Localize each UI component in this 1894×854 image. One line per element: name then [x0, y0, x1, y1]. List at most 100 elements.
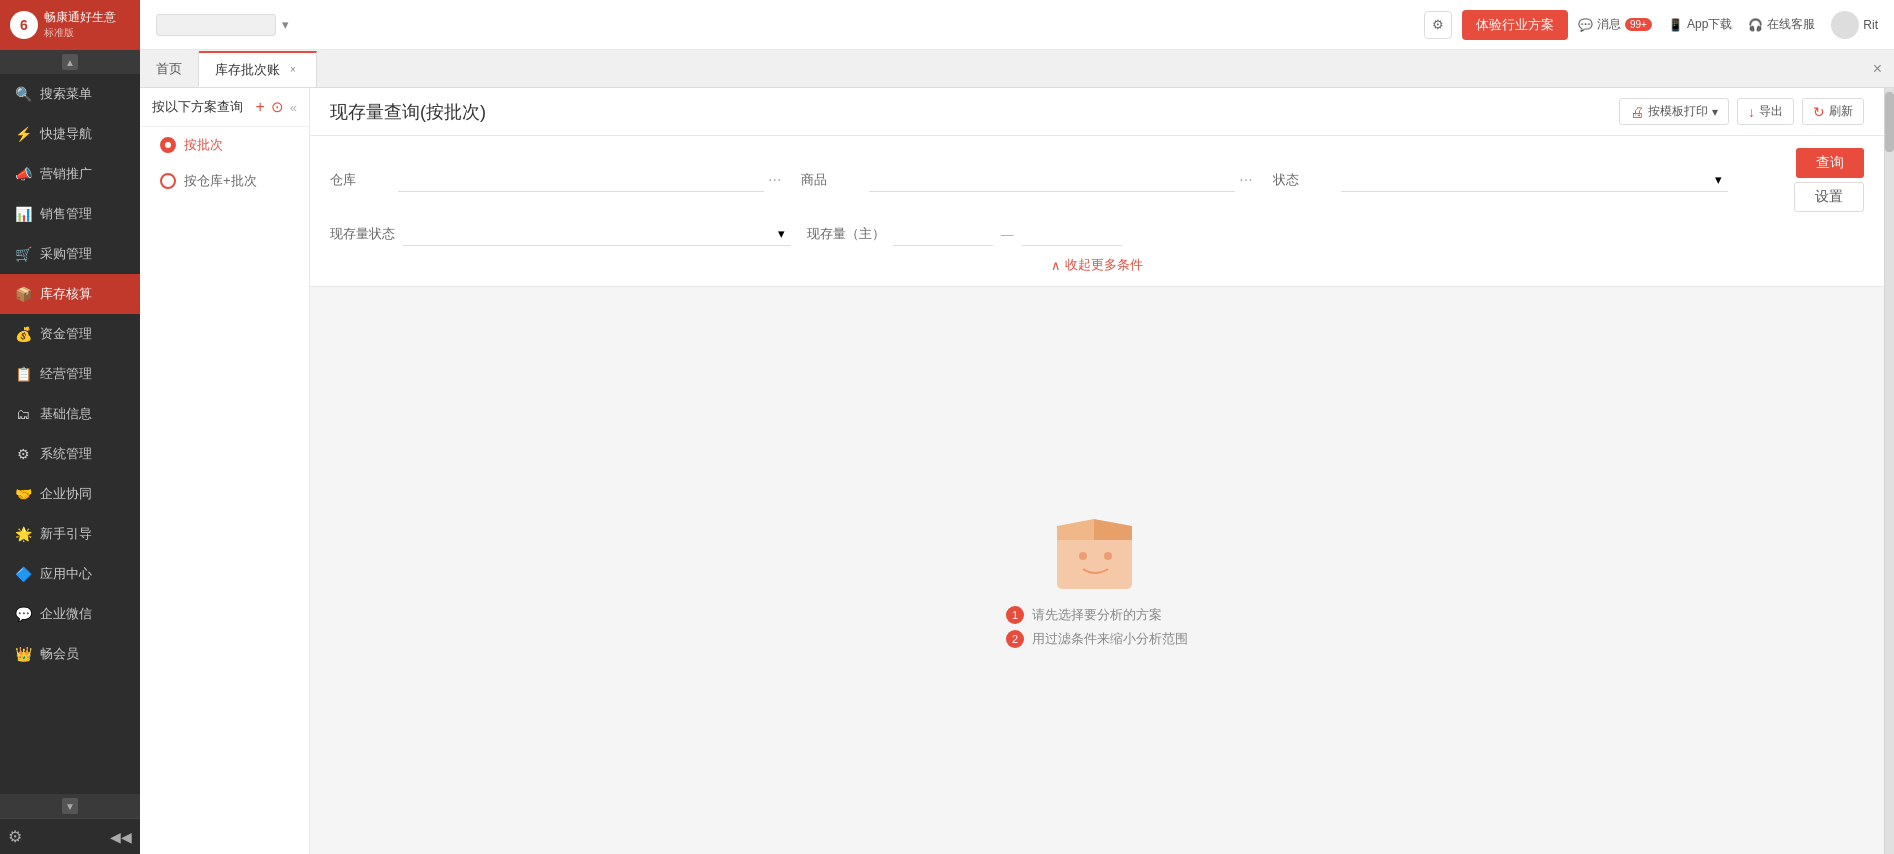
export-icon: ↓ [1748, 104, 1755, 120]
empty-steps: 1 请先选择要分析的方案 2 用过滤条件来缩小分析范围 [1006, 606, 1188, 648]
collapse-left-panel-btn[interactable]: « [290, 100, 297, 115]
scrollbar-thumb[interactable] [1885, 92, 1894, 152]
sidebar-item-marketing[interactable]: 📣营销推广 [0, 154, 140, 194]
scheme-item-warehouse_batch[interactable]: 按仓库+批次 [140, 163, 309, 199]
page-header: 现存量查询(按批次) 🖨 按模板打印 ▾ ↓ 导出 ↻ 刷新 [310, 88, 1884, 136]
sidebar-item-label: 库存核算 [40, 285, 92, 303]
stock-qty-filter: 现存量（主） — [807, 222, 1728, 246]
tab-home[interactable]: 首页 [140, 52, 199, 86]
sidebar-item-appstore[interactable]: 🔷应用中心 [0, 554, 140, 594]
close-all-tabs-btn[interactable]: × [1861, 60, 1894, 78]
sidebar-item-search[interactable]: 🔍搜索菜单 [0, 74, 140, 114]
sidebar-item-inventory[interactable]: 📦库存核算 [0, 274, 140, 314]
scheme-settings-btn[interactable]: ⊙ [271, 98, 284, 116]
breadcrumb: ▾ [156, 14, 1414, 36]
collapse-label: 收起更多条件 [1065, 256, 1143, 274]
brand-info: 畅康通好生意 标准版 [44, 10, 116, 40]
stock-qty-max-input[interactable] [1022, 222, 1122, 246]
status-dropdown-icon: ▾ [1715, 172, 1722, 187]
footer-collapse-icon[interactable]: ◀◀ [110, 829, 132, 845]
sidebar-item-enterprise[interactable]: 🤝 企业协同 [0, 474, 140, 514]
member-icon: 👑 [14, 645, 32, 663]
sidebar-item-label: 营销推广 [40, 165, 92, 183]
sidebar-item-basic[interactable]: 🗂 基础信息 [0, 394, 140, 434]
sidebar-scroll-up[interactable]: ▲ [62, 54, 78, 70]
sidebar-item-label: 采购管理 [40, 245, 92, 263]
tab-close-btn[interactable]: × [286, 63, 300, 77]
sidebar-item-label: 企业微信 [40, 605, 92, 623]
sidebar-item-finance[interactable]: 💰资金管理 [0, 314, 140, 354]
page-header-actions: 🖨 按模板打印 ▾ ↓ 导出 ↻ 刷新 [1619, 98, 1864, 125]
refresh-label: 刷新 [1829, 103, 1853, 120]
sidebar-item-purchase[interactable]: 🛒采购管理 [0, 234, 140, 274]
left-panel-header: 按以下方案查询 + ⊙ « [140, 88, 309, 127]
app-download-item[interactable]: 📱 App下载 [1668, 16, 1732, 33]
query-btn[interactable]: 查询 [1796, 148, 1864, 178]
newbie-icon: 🌟 [14, 525, 32, 543]
print-dropdown-icon[interactable]: ▾ [1712, 105, 1718, 119]
scheme-dot-warehouse_batch [160, 173, 176, 189]
sidebar-item-label: 企业协同 [40, 485, 92, 503]
user-item[interactable]: Rit [1831, 11, 1878, 39]
app-logo: 6 [10, 11, 38, 39]
trial-btn[interactable]: 体验行业方案 [1462, 10, 1568, 40]
right-scrollbar[interactable] [1884, 88, 1894, 854]
footer-gear-icon[interactable]: ⚙ [8, 827, 22, 846]
online-service-item[interactable]: 🎧 在线客服 [1748, 16, 1815, 33]
stock-status-select[interactable]: ▾ [403, 222, 791, 246]
refresh-btn[interactable]: ↻ 刷新 [1802, 98, 1864, 125]
sidebar-item-label: 应用中心 [40, 565, 92, 583]
goods-more-btn[interactable]: ··· [1235, 171, 1256, 189]
step-2-num: 2 [1006, 630, 1024, 648]
sidebar-item-shortcut[interactable]: ⚡快捷导航 [0, 114, 140, 154]
warehouse-label: 仓库 [330, 171, 390, 189]
step-1-num: 1 [1006, 606, 1024, 624]
goods-input[interactable] [869, 168, 1235, 192]
sidebar-item-sales[interactable]: 📊销售管理 [0, 194, 140, 234]
message-item[interactable]: 💬 消息 99+ [1578, 16, 1652, 33]
phone-icon: 📱 [1668, 18, 1683, 32]
stock-qty-min-input[interactable] [893, 222, 993, 246]
print-icon: 🖨 [1630, 104, 1644, 120]
left-panel-title: 按以下方案查询 [152, 98, 243, 116]
breadcrumb-dropdown-icon[interactable]: ▾ [282, 17, 289, 32]
operation-icon: 📋 [14, 365, 32, 383]
filter-row-2: 现存量状态 ▾ 现存量（主） — [330, 222, 1864, 246]
sidebar-item-system[interactable]: ⚙系统管理 [0, 434, 140, 474]
sidebar-item-label: 资金管理 [40, 325, 92, 343]
sidebar-item-wechat[interactable]: 💬企业微信 [0, 594, 140, 634]
print-btn[interactable]: 🖨 按模板打印 ▾ [1619, 98, 1729, 125]
topbar-gear-btn[interactable]: ⚙ [1424, 11, 1452, 39]
sidebar-scroll-down[interactable]: ▼ [62, 798, 78, 814]
right-content: 现存量查询(按批次) 🖨 按模板打印 ▾ ↓ 导出 ↻ 刷新 [310, 88, 1884, 854]
warehouse-more-btn[interactable]: ··· [764, 171, 785, 189]
collapse-icon: ∧ [1051, 258, 1061, 273]
tab-inventory-batch[interactable]: 库存批次账 × [199, 51, 317, 87]
add-scheme-btn[interactable]: + [255, 98, 264, 116]
sidebar-nav: 🔍搜索菜单⚡快捷导航📣营销推广📊销售管理🛒采购管理📦库存核算💰资金管理 📋 经营管理… [0, 74, 140, 794]
breadcrumb-input[interactable] [156, 14, 276, 36]
warehouse-input[interactable] [398, 168, 764, 192]
scheme-item-batch[interactable]: 按批次 [140, 127, 309, 163]
sidebar-item-newbie[interactable]: 🌟新手引导 [0, 514, 140, 554]
online-service-label: 在线客服 [1767, 16, 1815, 33]
sidebar-item-label: 搜索菜单 [40, 85, 92, 103]
collapse-filters-btn[interactable]: ∧ 收起更多条件 [330, 256, 1864, 274]
svg-point-2 [1079, 552, 1087, 560]
basic-icon: 🗂 [14, 405, 32, 423]
stock-status-filter: 现存量状态 ▾ [330, 222, 791, 246]
sidebar-item-member[interactable]: 👑畅会员 [0, 634, 140, 674]
enterprise-icon: 🤝 [14, 485, 32, 503]
filter-settings-btn[interactable]: 设置 [1794, 182, 1864, 212]
status-select[interactable]: ▾ [1341, 168, 1728, 192]
sidebar-item-label: 基础信息 [40, 405, 92, 423]
tabs-bar: 首页 库存批次账 × × [140, 50, 1894, 88]
export-btn[interactable]: ↓ 导出 [1737, 98, 1794, 125]
sidebar-item-operation[interactable]: 📋 经营管理 [0, 354, 140, 394]
export-label: 导出 [1759, 103, 1783, 120]
message-label: 消息 [1597, 16, 1621, 33]
refresh-icon: ↻ [1813, 104, 1825, 120]
stock-qty-label: 现存量（主） [807, 225, 885, 243]
filter-row-1: 仓库 ··· 商品 ··· 状态 ▾ [330, 148, 1864, 212]
sidebar-item-label: 经营管理 [40, 365, 92, 383]
